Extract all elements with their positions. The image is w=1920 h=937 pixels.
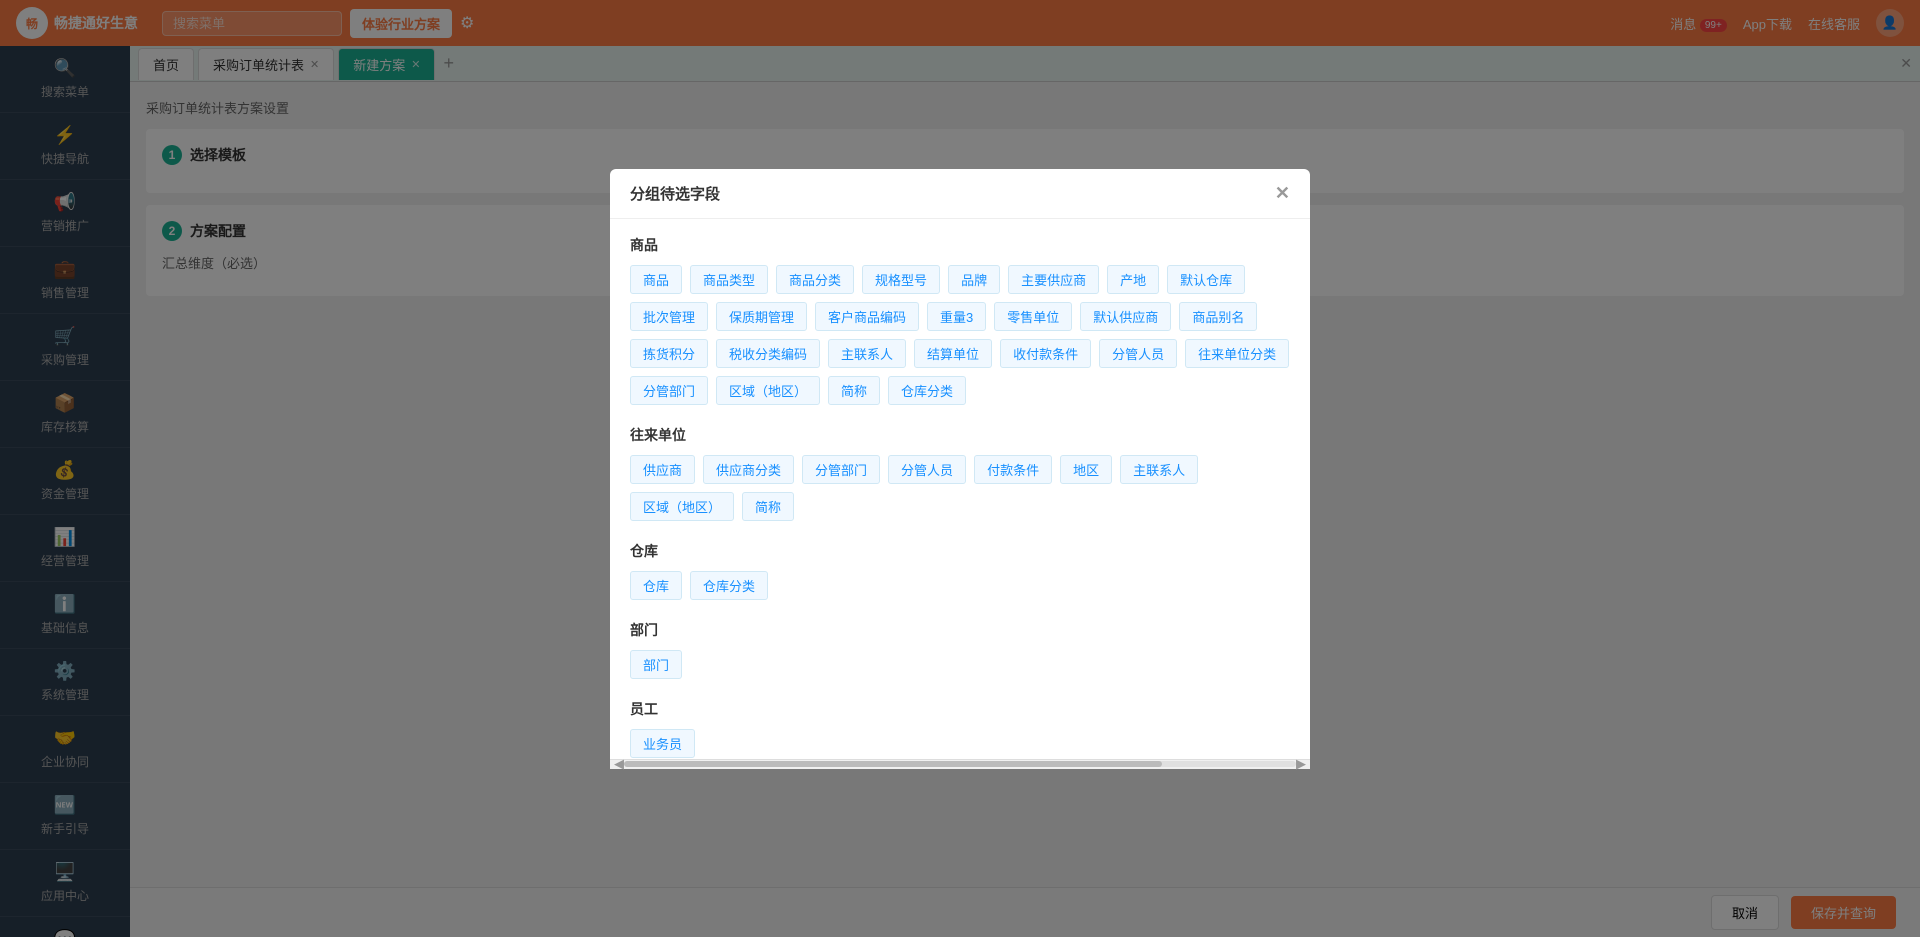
field-tags-2: 仓库仓库分类	[630, 571, 1290, 600]
field-tag-2-0[interactable]: 仓库	[630, 571, 682, 600]
modal-overlay: 分组待选字段 ✕ 商品商品商品类型商品分类规格型号品牌主要供应商产地默认仓库批次…	[0, 0, 1920, 937]
field-tag-0-8[interactable]: 批次管理	[630, 302, 708, 331]
field-tag-0-1[interactable]: 商品类型	[690, 265, 768, 294]
field-tag-1-7[interactable]: 区域（地区）	[630, 492, 734, 521]
field-tag-1-3[interactable]: 分管人员	[888, 455, 966, 484]
field-section-1: 往来单位供应商供应商分类分管部门分管人员付款条件地区主联系人区域（地区） 简称	[630, 425, 1290, 521]
field-tag-1-2[interactable]: 分管部门	[802, 455, 880, 484]
field-tag-0-9[interactable]: 保质期管理	[716, 302, 807, 331]
field-tags-3: 部门	[630, 650, 1290, 679]
modal-dialog: 分组待选字段 ✕ 商品商品商品类型商品分类规格型号品牌主要供应商产地默认仓库批次…	[610, 169, 1310, 769]
field-tag-1-1[interactable]: 供应商分类	[703, 455, 794, 484]
field-tag-0-2[interactable]: 商品分类	[776, 265, 854, 294]
field-section-3: 部门部门	[630, 620, 1290, 679]
scrollbar-track	[624, 761, 1296, 767]
field-tag-1-5[interactable]: 地区	[1060, 455, 1112, 484]
field-tags-1: 供应商供应商分类分管部门分管人员付款条件地区主联系人区域（地区） 简称	[630, 455, 1290, 521]
scroll-left-arrow[interactable]: ◀	[614, 756, 624, 772]
field-tag-1-4[interactable]: 付款条件	[974, 455, 1052, 484]
field-tag-0-20[interactable]: 分管人员	[1099, 339, 1177, 368]
field-tag-4-0[interactable]: 业务员	[630, 729, 695, 758]
field-tag-0-22[interactable]: 分管部门	[630, 376, 708, 405]
scroll-right-arrow[interactable]: ▶	[1296, 756, 1306, 772]
modal-header: 分组待选字段 ✕	[610, 169, 1310, 219]
section-title-3: 部门	[630, 620, 1290, 640]
field-tag-0-6[interactable]: 产地	[1107, 265, 1159, 294]
field-tag-0-11[interactable]: 重量3	[927, 302, 986, 331]
scrollbar-thumb	[624, 761, 1162, 767]
modal-body[interactable]: 商品商品商品类型商品分类规格型号品牌主要供应商产地默认仓库批次管理保质期管理客户…	[610, 219, 1310, 759]
field-tag-0-5[interactable]: 主要供应商	[1008, 265, 1099, 294]
field-tag-0-15[interactable]: 拣货积分	[630, 339, 708, 368]
field-tag-3-0[interactable]: 部门	[630, 650, 682, 679]
field-tag-1-0[interactable]: 供应商	[630, 455, 695, 484]
field-tag-1-8[interactable]: 简称	[742, 492, 794, 521]
section-title-1: 往来单位	[630, 425, 1290, 445]
section-title-0: 商品	[630, 235, 1290, 255]
field-tag-0-12[interactable]: 零售单位	[994, 302, 1072, 331]
field-tag-0-24[interactable]: 简称	[828, 376, 880, 405]
field-tag-0-3[interactable]: 规格型号	[862, 265, 940, 294]
field-section-0: 商品商品商品类型商品分类规格型号品牌主要供应商产地默认仓库批次管理保质期管理客户…	[630, 235, 1290, 405]
modal-title: 分组待选字段	[630, 183, 720, 204]
field-tags-4: 业务员	[630, 729, 1290, 758]
field-tags-0: 商品商品类型商品分类规格型号品牌主要供应商产地默认仓库批次管理保质期管理客户商品…	[630, 265, 1290, 405]
field-tag-0-10[interactable]: 客户商品编码	[815, 302, 919, 331]
field-tag-0-14[interactable]: 商品别名	[1179, 302, 1257, 331]
field-section-2: 仓库仓库仓库分类	[630, 541, 1290, 600]
modal-scrollbar-horizontal[interactable]: ◀ ▶	[610, 759, 1310, 769]
field-tag-0-17[interactable]: 主联系人	[828, 339, 906, 368]
field-section-4: 员工业务员	[630, 699, 1290, 758]
field-tag-0-4[interactable]: 品牌	[948, 265, 1000, 294]
field-tag-0-19[interactable]: 收付款条件	[1000, 339, 1091, 368]
field-tag-0-23[interactable]: 区域（地区）	[716, 376, 820, 405]
field-tag-0-7[interactable]: 默认仓库	[1167, 265, 1245, 294]
section-title-4: 员工	[630, 699, 1290, 719]
field-tag-0-13[interactable]: 默认供应商	[1080, 302, 1171, 331]
field-tag-2-1[interactable]: 仓库分类	[690, 571, 768, 600]
field-tag-0-0[interactable]: 商品	[630, 265, 682, 294]
field-tag-0-25[interactable]: 仓库分类	[888, 376, 966, 405]
field-tag-1-6[interactable]: 主联系人	[1120, 455, 1198, 484]
field-tag-0-18[interactable]: 结算单位	[914, 339, 992, 368]
field-tag-0-21[interactable]: 往来单位分类	[1185, 339, 1289, 368]
section-title-2: 仓库	[630, 541, 1290, 561]
field-tag-0-16[interactable]: 税收分类编码	[716, 339, 820, 368]
modal-close-button[interactable]: ✕	[1275, 184, 1290, 202]
